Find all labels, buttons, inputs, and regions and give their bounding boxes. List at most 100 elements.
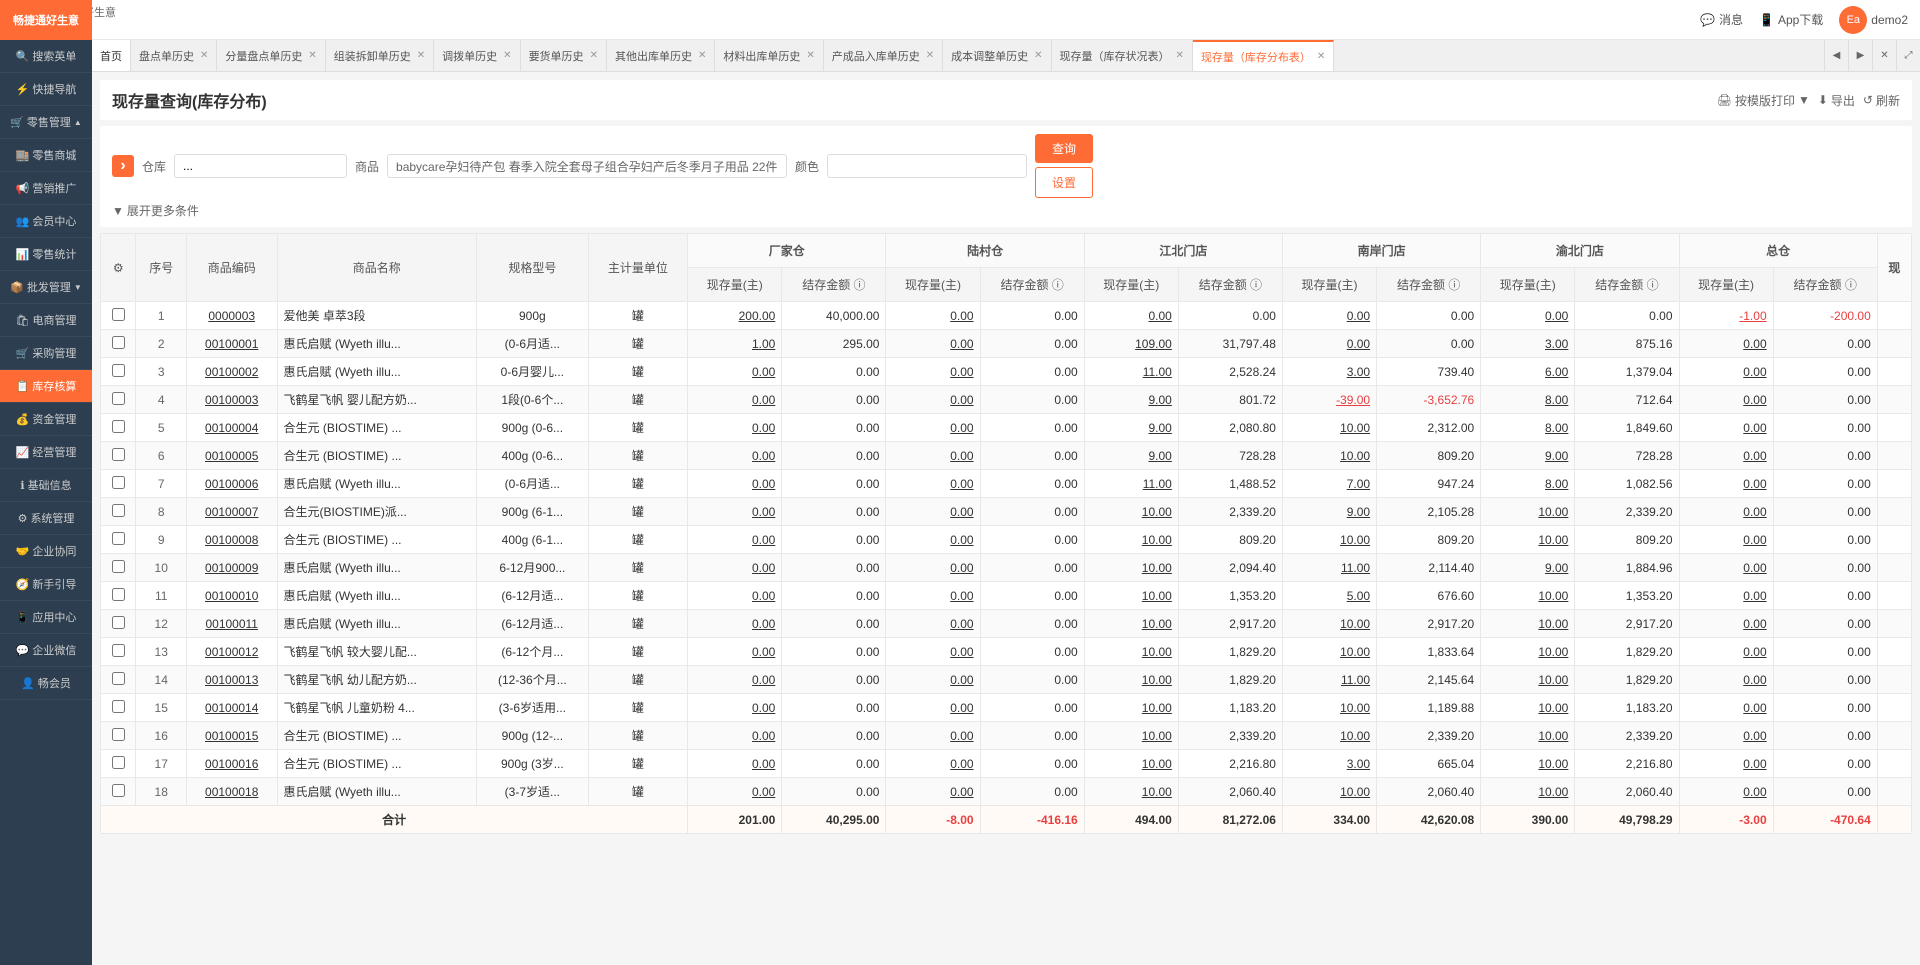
row-total-qty[interactable]: 0.00 — [1679, 666, 1773, 694]
row-yubei-qty[interactable]: 10.00 — [1481, 778, 1575, 806]
row-nanan-qty[interactable]: 10.00 — [1282, 722, 1376, 750]
app-download-btn[interactable]: 📱 App下载 — [1759, 11, 1823, 28]
sidebar-item-appcenter[interactable]: 📱 应用中心 — [0, 601, 92, 634]
tab-cost-adjust[interactable]: 成本调整单历史 ✕ — [943, 40, 1051, 71]
tab-transfer[interactable]: 调拨单历史 ✕ — [434, 40, 520, 71]
tab-split-check[interactable]: 分量盘点单历史 ✕ — [217, 40, 325, 71]
row-jiangbei-qty[interactable]: 10.00 — [1084, 722, 1178, 750]
row-checkbox[interactable] — [101, 470, 136, 498]
row-nanan-qty[interactable]: 10.00 — [1282, 694, 1376, 722]
row-yubei-qty[interactable]: 9.00 — [1481, 554, 1575, 582]
row-total-qty[interactable]: 0.00 — [1679, 470, 1773, 498]
row-yubei-qty[interactable]: 10.00 — [1481, 722, 1575, 750]
sidebar-item-inventory[interactable]: 📋 库存核算 — [0, 370, 92, 403]
row-code[interactable]: 00100003 — [186, 386, 277, 414]
row-checkbox[interactable] — [101, 610, 136, 638]
row-checkbox[interactable] — [101, 750, 136, 778]
row-jiangbei-qty[interactable]: 0.00 — [1084, 302, 1178, 330]
tab-home[interactable]: 首页 — [92, 40, 131, 71]
row-changjiacao-qty[interactable]: 0.00 — [688, 666, 782, 694]
row-changjiacao-qty[interactable]: 0.00 — [688, 750, 782, 778]
row-lucuncang-qty[interactable]: 0.00 — [886, 358, 980, 386]
row-jiangbei-qty[interactable]: 10.00 — [1084, 554, 1178, 582]
row-yubei-qty[interactable]: 8.00 — [1481, 470, 1575, 498]
row-total-qty[interactable]: 0.00 — [1679, 498, 1773, 526]
row-nanan-qty[interactable]: 10.00 — [1282, 610, 1376, 638]
row-jiangbei-qty[interactable]: 10.00 — [1084, 694, 1178, 722]
row-nanan-qty[interactable]: -39.00 — [1282, 386, 1376, 414]
col-settings[interactable]: ⚙ — [101, 234, 136, 302]
filter-more-btn[interactable]: ▼ 展开更多条件 — [112, 202, 1900, 219]
tab-stock-dist[interactable]: 现存量（库存分布表） ✕ — [1193, 40, 1334, 71]
sidebar-item-quicknav[interactable]: ⚡ 快捷导航 — [0, 73, 92, 106]
row-jiangbei-qty[interactable]: 10.00 — [1084, 778, 1178, 806]
close-icon[interactable]: ✕ — [698, 50, 706, 61]
row-nanan-qty[interactable]: 3.00 — [1282, 358, 1376, 386]
tab-next-btn[interactable]: ▶ — [1848, 40, 1872, 72]
tab-assembly[interactable]: 组装拆卸单历史 ✕ — [326, 40, 434, 71]
row-total-qty[interactable]: 0.00 — [1679, 554, 1773, 582]
close-icon[interactable]: ✕ — [1034, 50, 1042, 61]
row-nanan-qty[interactable]: 9.00 — [1282, 498, 1376, 526]
row-checkbox[interactable] — [101, 722, 136, 750]
row-yubei-qty[interactable]: 10.00 — [1481, 610, 1575, 638]
row-lucuncang-qty[interactable]: 0.00 — [886, 554, 980, 582]
row-jiangbei-qty[interactable]: 10.00 — [1084, 498, 1178, 526]
row-jiangbei-qty[interactable]: 9.00 — [1084, 442, 1178, 470]
refresh-btn[interactable]: ↺ 刷新 — [1863, 92, 1900, 109]
close-icon[interactable]: ✕ — [200, 50, 208, 61]
close-icon[interactable]: ✕ — [806, 50, 814, 61]
row-jiangbei-qty[interactable]: 11.00 — [1084, 358, 1178, 386]
row-total-qty[interactable]: 0.00 — [1679, 638, 1773, 666]
row-changjiacao-qty[interactable]: 1.00 — [688, 330, 782, 358]
row-code[interactable]: 00100011 — [186, 610, 277, 638]
row-code[interactable]: 00100007 — [186, 498, 277, 526]
row-code[interactable]: 00100008 — [186, 526, 277, 554]
row-lucuncang-qty[interactable]: 0.00 — [886, 778, 980, 806]
row-lucuncang-qty[interactable]: 0.00 — [886, 302, 980, 330]
row-changjiacao-qty[interactable]: 0.00 — [688, 498, 782, 526]
sidebar-item-retail-mgmt[interactable]: 🛒 零售管理 ▲ — [0, 106, 92, 139]
tab-expand-btn[interactable]: ⤢ — [1896, 40, 1920, 72]
row-lucuncang-qty[interactable]: 0.00 — [886, 414, 980, 442]
row-code[interactable]: 00100006 — [186, 470, 277, 498]
settings-icon[interactable]: ⚙ — [113, 261, 124, 275]
row-nanan-qty[interactable]: 3.00 — [1282, 750, 1376, 778]
row-nanan-qty[interactable]: 10.00 — [1282, 526, 1376, 554]
row-lucuncang-qty[interactable]: 0.00 — [886, 694, 980, 722]
row-changjiacao-qty[interactable]: 0.00 — [688, 358, 782, 386]
sidebar-item-retail-mall[interactable]: 🏬 零售商城 — [0, 139, 92, 172]
tab-prev-btn[interactable]: ◀ — [1824, 40, 1848, 72]
row-checkbox[interactable] — [101, 358, 136, 386]
row-nanan-qty[interactable]: 10.00 — [1282, 778, 1376, 806]
sidebar-item-purchase[interactable]: 🛒 采购管理 — [0, 337, 92, 370]
row-jiangbei-qty[interactable]: 10.00 — [1084, 610, 1178, 638]
row-checkbox[interactable] — [101, 666, 136, 694]
close-icon[interactable]: ✕ — [926, 50, 934, 61]
tab-requisition[interactable]: 要货单历史 ✕ — [521, 40, 607, 71]
row-nanan-qty[interactable]: 10.00 — [1282, 414, 1376, 442]
row-checkbox[interactable] — [101, 694, 136, 722]
close-icon[interactable]: ✕ — [308, 50, 316, 61]
row-changjiacao-qty[interactable]: 0.00 — [688, 778, 782, 806]
row-lucuncang-qty[interactable]: 0.00 — [886, 498, 980, 526]
row-total-qty[interactable]: 0.00 — [1679, 414, 1773, 442]
row-lucuncang-qty[interactable]: 0.00 — [886, 750, 980, 778]
sidebar-item-system[interactable]: ⚙ 系统管理 — [0, 502, 92, 535]
row-yubei-qty[interactable]: 3.00 — [1481, 330, 1575, 358]
row-changjiacao-qty[interactable]: 0.00 — [688, 386, 782, 414]
close-icon[interactable]: ✕ — [1176, 50, 1184, 61]
tab-product-in[interactable]: 产成品入库单历史 ✕ — [824, 40, 943, 71]
row-total-qty[interactable]: 0.00 — [1679, 526, 1773, 554]
row-changjiacao-qty[interactable]: 0.00 — [688, 610, 782, 638]
close-icon[interactable]: ✕ — [1317, 51, 1325, 62]
warehouse-input[interactable] — [174, 154, 347, 178]
row-total-qty[interactable]: 0.00 — [1679, 582, 1773, 610]
close-icon[interactable]: ✕ — [417, 50, 425, 61]
row-jiangbei-qty[interactable]: 109.00 — [1084, 330, 1178, 358]
sidebar-item-operations[interactable]: 📈 经营管理 — [0, 436, 92, 469]
row-jiangbei-qty[interactable]: 10.00 — [1084, 526, 1178, 554]
row-changjiacao-qty[interactable]: 0.00 — [688, 470, 782, 498]
row-changjiacao-qty[interactable]: 0.00 — [688, 414, 782, 442]
row-total-qty[interactable]: 0.00 — [1679, 722, 1773, 750]
